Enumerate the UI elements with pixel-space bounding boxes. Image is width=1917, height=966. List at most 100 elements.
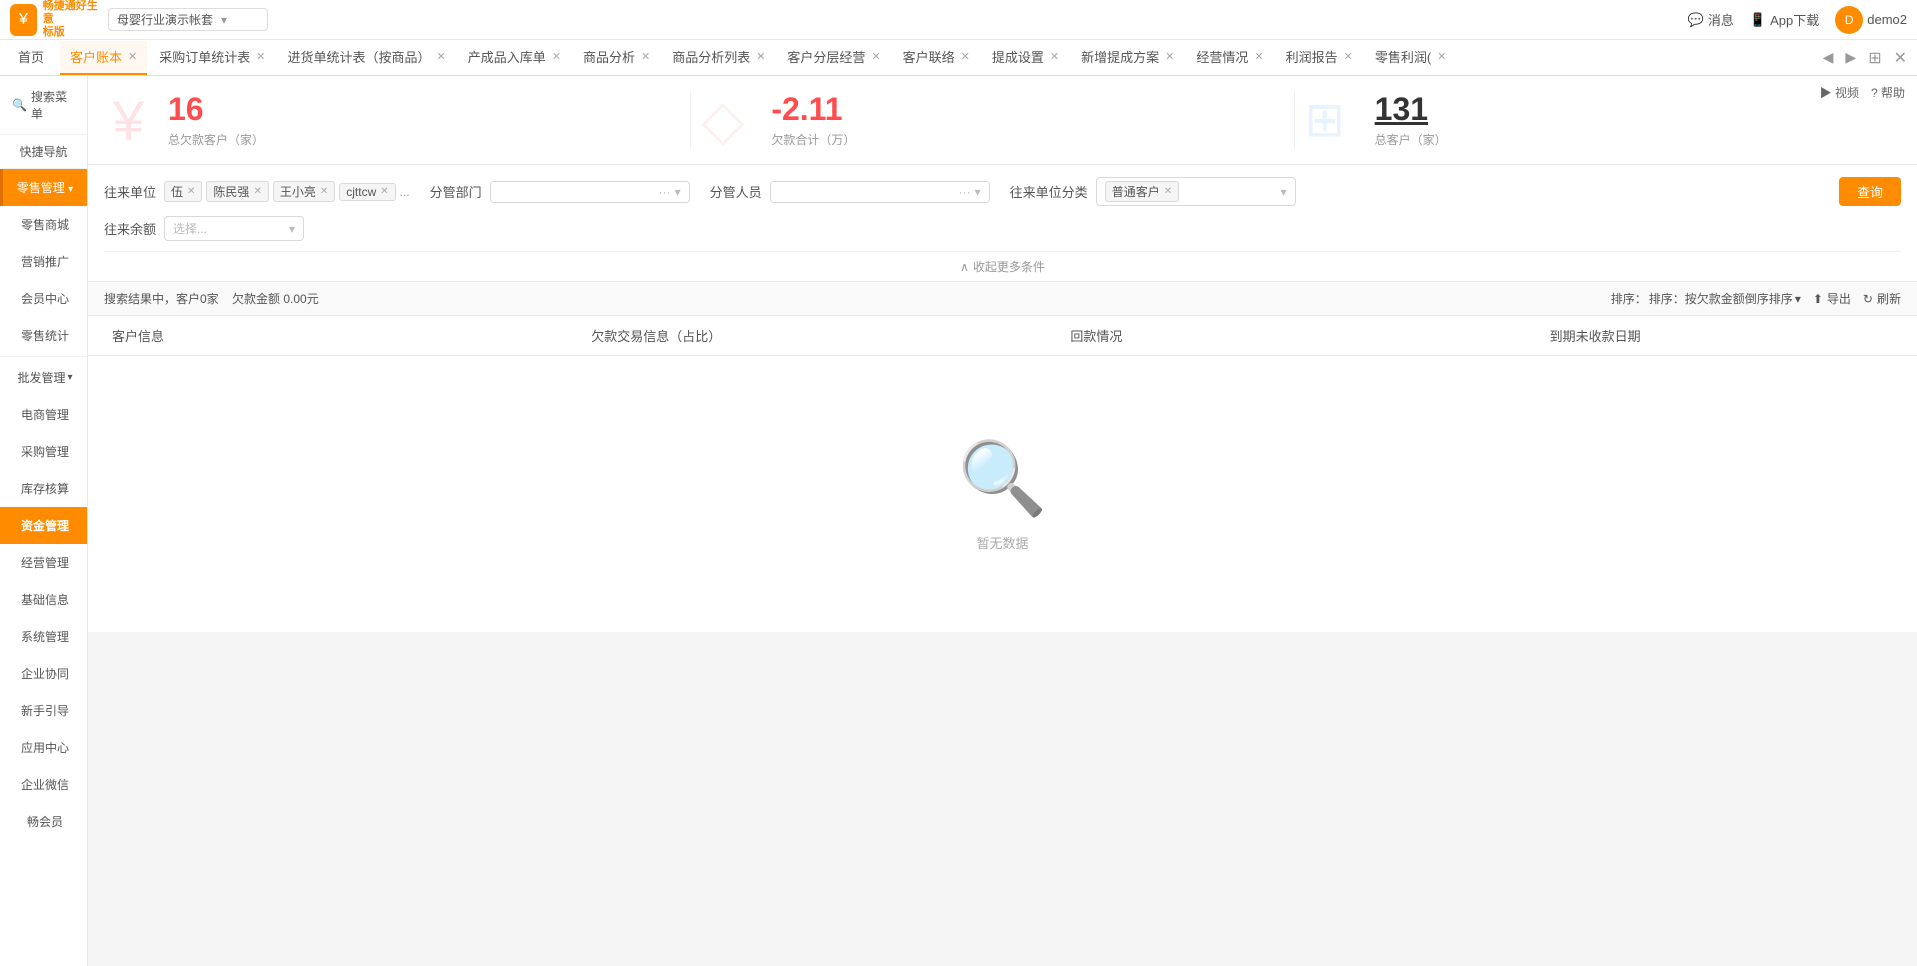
more-icon[interactable]: ···	[959, 185, 971, 199]
dept-filter-label: 分管部门	[430, 182, 482, 201]
more-icon[interactable]: ···	[659, 185, 671, 199]
debt-customers-label: 总欠款客户（家）	[168, 131, 264, 148]
empty-state: 🔍 暂无数据	[88, 356, 1917, 632]
user-menu[interactable]: D demo2	[1835, 6, 1907, 34]
close-tab-icon[interactable]: ✕	[1254, 50, 1263, 63]
dept-select[interactable]: ··· ▾	[490, 181, 690, 203]
chevron-icon: ▾	[67, 372, 72, 383]
close-tab-icon[interactable]: ✕	[756, 50, 765, 63]
sidebar-item-wechat[interactable]: 企业微信	[0, 766, 87, 803]
nav-prev-icon[interactable]: ◀	[1817, 45, 1840, 70]
search-menu-button[interactable]: 🔍 搜索菜单	[8, 84, 79, 126]
close-tab-icon[interactable]: ✕	[641, 50, 650, 63]
close-tab-icon[interactable]: ✕	[256, 50, 265, 63]
sidebar-item-guide[interactable]: 新手引导	[0, 692, 87, 729]
tag-close-icon[interactable]: ✕	[380, 186, 388, 197]
close-tab-icon[interactable]: ✕	[961, 50, 970, 63]
col-customer-info: 客户信息	[104, 326, 583, 345]
tab-product-instock[interactable]: 产成品入库单 ✕	[458, 41, 571, 75]
stats-bar: ▶ 视频 ? 帮助 ¥ 16 总欠款客户（家）	[88, 76, 1917, 165]
export-button[interactable]: ⬆ 导出	[1813, 290, 1851, 307]
classify-select[interactable]: 普通客户 ✕ ▾	[1096, 177, 1296, 206]
close-tab-icon[interactable]: ✕	[1050, 50, 1059, 63]
avatar: D	[1835, 6, 1863, 34]
filter-more-button[interactable]: ...	[400, 185, 410, 199]
collapse-button[interactable]: ∧ 收起更多条件	[104, 251, 1901, 281]
tab-add-commission[interactable]: 新增提成方案 ✕	[1071, 41, 1184, 75]
nav-close-icon[interactable]: ✕	[1888, 44, 1913, 72]
refresh-button[interactable]: ↻ 刷新	[1863, 290, 1901, 307]
sort-select[interactable]: 排序： 排序：按欠款金额倒序排序 ▾	[1611, 290, 1801, 307]
sidebar-item-system[interactable]: 系统管理	[0, 618, 87, 655]
tag-close-icon[interactable]: ✕	[253, 186, 261, 197]
close-tab-icon[interactable]: ✕	[437, 50, 446, 63]
tab-operation[interactable]: 经营情况 ✕	[1186, 41, 1273, 75]
search-icon: 🔍	[12, 98, 27, 112]
tab-profit-report[interactable]: 利润报告 ✕	[1276, 41, 1363, 75]
filter-tag-normal-customer[interactable]: 普通客户 ✕	[1105, 181, 1179, 202]
tag-close-icon[interactable]: ✕	[187, 186, 195, 197]
sidebar-item-operation[interactable]: 经营管理	[0, 544, 87, 581]
tab-goods-analysis-list[interactable]: 商品分析列表 ✕	[662, 41, 775, 75]
debt-total-label: 欠款合计（万）	[771, 131, 855, 148]
refresh-icon: ↻	[1863, 292, 1873, 306]
content-area: ▶ 视频 ? 帮助 ¥ 16 总欠款客户（家）	[88, 76, 1917, 966]
tab-purchase-goods[interactable]: 进货单统计表（按商品） ✕	[277, 41, 455, 75]
query-button[interactable]: 查询	[1839, 177, 1901, 206]
sort-label: 排序：	[1611, 290, 1647, 307]
close-tab-icon[interactable]: ✕	[1437, 50, 1446, 63]
filter-tag-cjttcw[interactable]: cjttcw ✕	[339, 183, 395, 201]
sidebar-item-retail-mall[interactable]: 零售商城	[0, 206, 87, 243]
sidebar-item-member[interactable]: 会员中心	[0, 280, 87, 317]
sidebar-item-purchase[interactable]: 采购管理	[0, 433, 87, 470]
chevron-down-icon: ▾	[975, 185, 981, 199]
close-tab-icon[interactable]: ✕	[871, 50, 880, 63]
nav-arrows: ◀ ▶ ⊞ ✕	[1817, 44, 1913, 72]
balance-filter-label: 往来余额	[104, 219, 156, 238]
sidebar-item-retail-stats[interactable]: 零售统计	[0, 317, 87, 354]
tab-customer-layer[interactable]: 客户分层经营 ✕	[777, 41, 890, 75]
tab-commission-setting[interactable]: 提成设置 ✕	[982, 41, 1069, 75]
tab-customer-account[interactable]: 客户账本 ✕	[60, 41, 147, 75]
sidebar-item-app-center[interactable]: 应用中心	[0, 729, 87, 766]
tab-retail-profit[interactable]: 零售利润( ✕	[1365, 41, 1457, 75]
app-download-button[interactable]: 📱 App下载	[1750, 10, 1819, 29]
tab-home[interactable]: 首页	[4, 41, 58, 75]
tab-purchase-order[interactable]: 采购订单统计表 ✕	[149, 41, 275, 75]
sidebar-item-ecommerce[interactable]: 电商管理	[0, 396, 87, 433]
filter-tag-wu[interactable]: 伍 ✕	[164, 181, 202, 202]
sidebar-item-finance[interactable]: 资金管理	[0, 507, 87, 544]
chevron-down-icon: ▾	[221, 13, 227, 27]
tag-close-icon[interactable]: ✕	[1164, 186, 1172, 197]
demo-selector[interactable]: 母婴行业演示帐套 ▾	[108, 8, 268, 31]
sidebar-item-basic[interactable]: 基础信息	[0, 581, 87, 618]
nav-next-icon[interactable]: ▶	[1839, 45, 1862, 70]
search-result-bar: 搜索结果中，客户0家 欠款金额 0.00元 排序： 排序：按欠款金额倒序排序 ▾…	[88, 282, 1917, 316]
balance-select[interactable]: 选择... ▾	[164, 216, 304, 241]
close-tab-icon[interactable]: ✕	[128, 50, 137, 63]
sidebar-item-wholesale[interactable]: 批发管理 ▾	[0, 359, 87, 396]
sidebar-item-retail[interactable]: 零售管理 ▾	[0, 169, 87, 206]
top-right-actions: 💬 消息 📱 App下载 D demo2	[1688, 6, 1907, 34]
chevron-down-icon: ▾	[1281, 185, 1287, 199]
sidebar-item-inventory[interactable]: 库存核算	[0, 470, 87, 507]
filter-tag-wang[interactable]: 王小亮 ✕	[273, 181, 335, 202]
sidebar-item-marketing[interactable]: 营销推广	[0, 243, 87, 280]
nav-expand-icon[interactable]: ⊞	[1862, 44, 1887, 72]
export-icon: ⬆	[1813, 292, 1823, 306]
tag-close-icon[interactable]: ✕	[320, 186, 328, 197]
filter-row-1: 往来单位 伍 ✕ 陈民强 ✕ 王小亮 ✕ cjttcw	[104, 177, 1901, 206]
chevron-up-icon: ∧	[960, 260, 969, 274]
filter-tag-chen[interactable]: 陈民强 ✕	[206, 181, 268, 202]
sidebar-item-enterprise[interactable]: 企业协同	[0, 655, 87, 692]
close-tab-icon[interactable]: ✕	[552, 50, 561, 63]
close-tab-icon[interactable]: ✕	[1165, 50, 1174, 63]
message-button[interactable]: 💬 消息	[1688, 10, 1734, 29]
person-select[interactable]: ··· ▾	[770, 181, 990, 203]
tab-goods-analysis[interactable]: 商品分析 ✕	[573, 41, 660, 75]
sidebar-item-chang-member[interactable]: 畅会员	[0, 803, 87, 840]
tab-customer-contact[interactable]: 客户联络 ✕	[893, 41, 980, 75]
empty-icon: 🔍	[958, 436, 1048, 521]
close-tab-icon[interactable]: ✕	[1344, 50, 1353, 63]
sidebar-item-quick-nav[interactable]: 快捷导航	[0, 135, 87, 169]
